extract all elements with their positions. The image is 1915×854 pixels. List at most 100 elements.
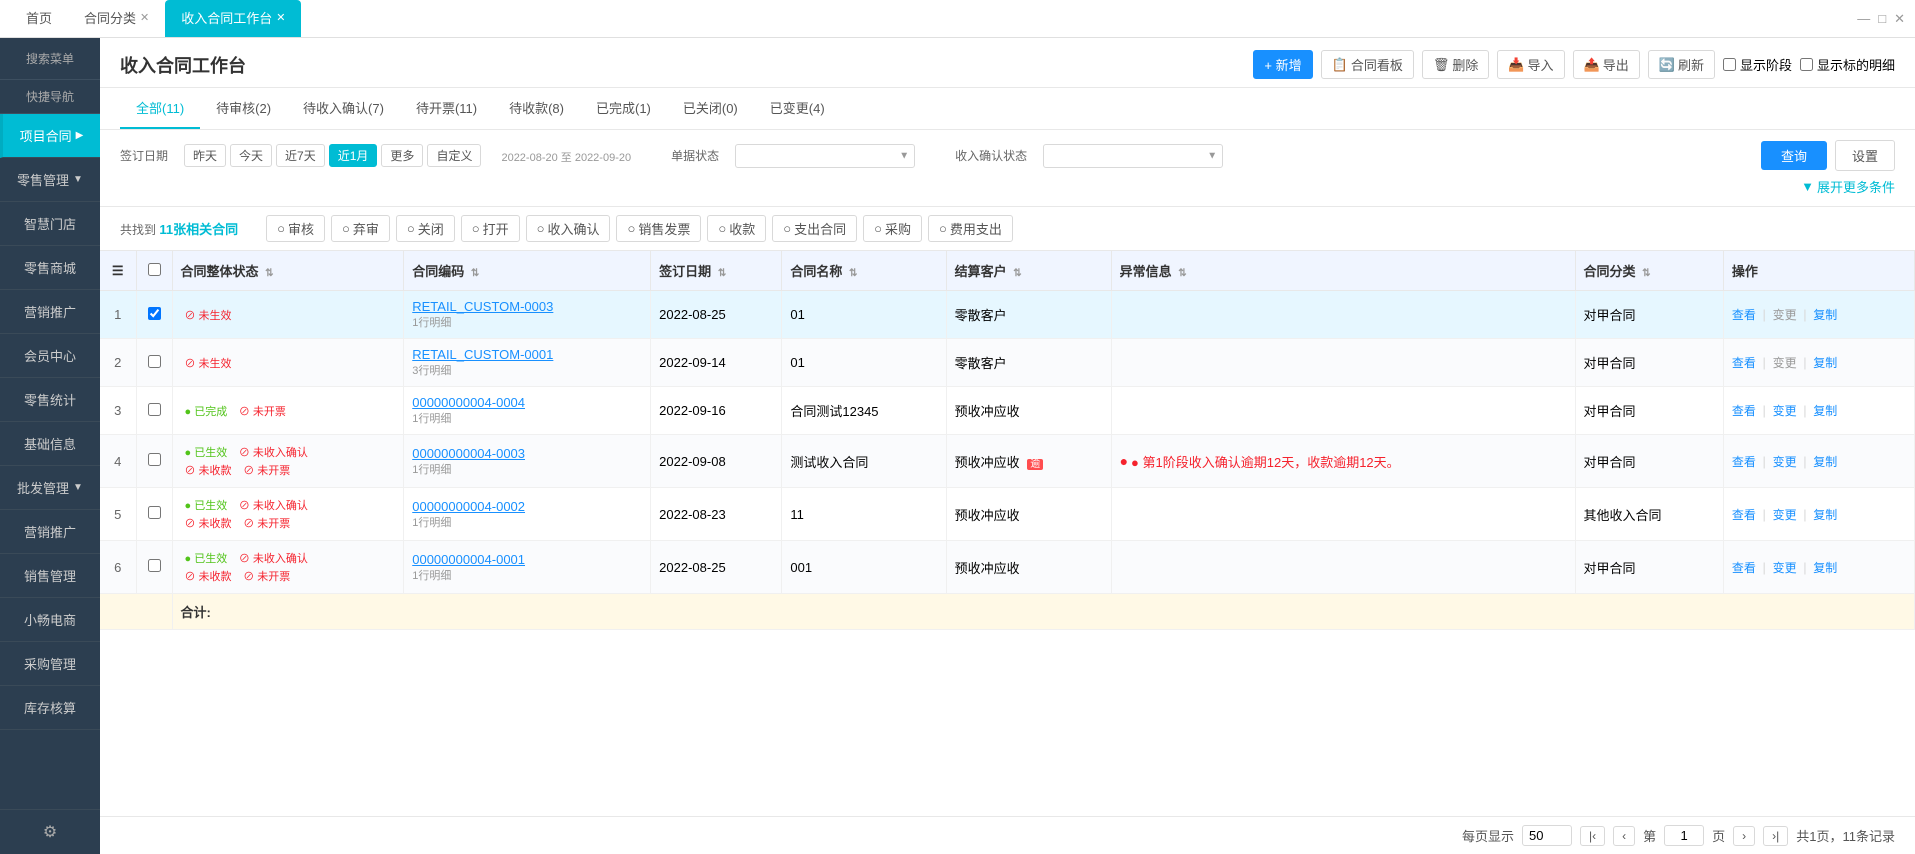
income-confirm-button[interactable]: ○ 收入确认 [526,215,611,242]
row2-view-btn[interactable]: 查看 [1732,356,1756,370]
sort-category-icon[interactable]: ⇅ [1642,268,1650,279]
collect-payment-button[interactable]: ○ 收款 [707,215,766,242]
sidebar-item-marketing2[interactable]: 营销推广 [0,510,100,554]
row5-checkbox[interactable] [148,506,161,519]
purchase-button[interactable]: ○ 采购 [863,215,922,242]
minimize-icon[interactable]: — [1857,11,1870,27]
col-config[interactable]: ☰ [100,251,136,291]
tab-pending-payment[interactable]: 待收款(8) [493,88,580,129]
sort-date-icon[interactable]: ⇅ [718,268,726,279]
row4-view-btn[interactable]: 查看 [1732,455,1756,469]
tab-completed[interactable]: 已完成(1) [580,88,667,129]
sidebar-item-marketing1[interactable]: 营销推广 [0,290,100,334]
open-button[interactable]: ○ 打开 [461,215,520,242]
row2-change-btn[interactable]: 变更 [1773,356,1797,370]
row5-code-link[interactable]: 00000000004-0002 [412,499,642,514]
abandon-audit-button[interactable]: ○ 弃审 [331,215,390,242]
row6-copy-btn[interactable]: 复制 [1813,561,1837,575]
row3-copy-btn[interactable]: 复制 [1813,404,1837,418]
sidebar-item-member-center[interactable]: 会员中心 [0,334,100,378]
row1-checkbox[interactable] [148,307,161,320]
row5-view-btn[interactable]: 查看 [1732,508,1756,522]
prev-page-button[interactable]: ‹ [1613,826,1635,846]
sidebar-item-wholesale-manage[interactable]: 批发管理 ▼ [0,466,100,510]
tab-pending-review[interactable]: 待审核(2) [200,88,287,129]
tab-pending-income-confirm[interactable]: 待收入确认(7) [287,88,400,129]
date-btn-custom[interactable]: 自定义 [427,144,481,167]
sidebar-item-retail-stats[interactable]: 零售统计 [0,378,100,422]
sidebar-item-smart-store[interactable]: 智慧门店 [0,202,100,246]
date-btn-today[interactable]: 今天 [230,144,272,167]
sidebar-item-ecommerce[interactable]: 小畅电商 [0,598,100,642]
row5-copy-btn[interactable]: 复制 [1813,508,1837,522]
tab-closed[interactable]: 已关闭(0) [667,88,754,129]
close-contract-category-icon[interactable]: ✕ [140,11,149,24]
setting-button[interactable]: 设置 [1835,140,1895,171]
expense-out-button[interactable]: ○ 费用支出 [928,215,1013,242]
outgo-contract-button[interactable]: ○ 支出合同 [772,215,857,242]
close-button[interactable]: ○ 关闭 [396,215,455,242]
show-detail-checkbox-label[interactable]: 显示标的明细 [1800,55,1895,74]
tab-income-contract[interactable]: 收入合同工作台 ✕ [165,0,301,37]
sort-status-icon[interactable]: ⇅ [265,268,273,279]
sidebar-item-retail-mall[interactable]: 零售商城 [0,246,100,290]
tab-home[interactable]: 首页 [10,0,68,37]
sidebar-search[interactable]: 搜索菜单 [0,38,100,80]
sidebar-settings[interactable]: ⚙ [0,809,100,854]
first-page-button[interactable]: |‹ [1580,826,1605,846]
row6-checkbox[interactable] [148,559,161,572]
query-button[interactable]: 查询 [1761,141,1827,170]
show-stage-checkbox-label[interactable]: 显示阶段 [1723,55,1792,74]
row6-view-btn[interactable]: 查看 [1732,561,1756,575]
show-stage-checkbox[interactable] [1723,58,1736,71]
page-size-select[interactable]: 10 20 50 100 [1522,825,1572,846]
sort-code-icon[interactable]: ⇅ [471,268,479,279]
last-page-button[interactable]: ›| [1763,826,1788,846]
new-button[interactable]: + 新增 [1253,50,1312,79]
row3-view-btn[interactable]: 查看 [1732,404,1756,418]
date-btn-more[interactable]: 更多 [381,144,423,167]
row2-copy-btn[interactable]: 复制 [1813,356,1837,370]
export-button[interactable]: 📤 导出 [1573,50,1640,79]
sort-name-icon[interactable]: ⇅ [849,268,857,279]
tab-all[interactable]: 全部(11) [120,88,200,129]
row1-copy-btn[interactable]: 复制 [1813,308,1837,322]
row5-change-btn[interactable]: 变更 [1773,508,1797,522]
close-income-contract-icon[interactable]: ✕ [276,11,285,24]
row4-code-link[interactable]: 00000000004-0003 [412,446,642,461]
maximize-icon[interactable]: □ [1878,11,1886,27]
page-number-input[interactable] [1664,825,1704,846]
refresh-button[interactable]: 🔄 刷新 [1648,50,1715,79]
tab-changed[interactable]: 已变更(4) [754,88,841,129]
tab-pending-invoice[interactable]: 待开票(11) [400,88,493,129]
show-detail-checkbox[interactable] [1800,58,1813,71]
sidebar-item-retail-manage[interactable]: 零售管理 ▼ [0,158,100,202]
expand-more-button[interactable]: ▼ 展开更多条件 [1801,177,1895,196]
next-page-button[interactable]: › [1733,826,1755,846]
contract-board-button[interactable]: 📋 合同看板 [1321,50,1414,79]
delete-button[interactable]: 🗑 删除 [1422,50,1490,79]
row3-code-link[interactable]: 00000000004-0004 [412,395,642,410]
audit-button[interactable]: ○ 审核 [266,215,325,242]
row4-change-btn[interactable]: 变更 [1773,455,1797,469]
sidebar-item-inventory[interactable]: 库存核算 [0,686,100,730]
import-button[interactable]: 📥 导入 [1497,50,1564,79]
select-all-checkbox[interactable] [148,263,161,276]
date-btn-7days[interactable]: 近7天 [276,144,325,167]
confirm-status-select[interactable] [1043,144,1223,168]
close-window-icon[interactable]: ✕ [1894,11,1905,27]
sidebar-item-project-contract[interactable]: 项目合同 ▶ [0,114,100,158]
row4-checkbox[interactable] [148,453,161,466]
row2-code-link[interactable]: RETAIL_CUSTOM-0001 [412,347,642,362]
row4-copy-btn[interactable]: 复制 [1813,455,1837,469]
row6-code-link[interactable]: 00000000004-0001 [412,552,642,567]
sidebar-item-purchase-manage[interactable]: 采购管理 [0,642,100,686]
date-btn-yesterday[interactable]: 昨天 [184,144,226,167]
sidebar-quick-nav[interactable]: 快捷导航 [0,80,100,114]
row1-code-link[interactable]: RETAIL_CUSTOM-0003 [412,299,642,314]
sidebar-item-sales-manage[interactable]: 销售管理 [0,554,100,598]
row6-change-btn[interactable]: 变更 [1773,561,1797,575]
tab-contract-category[interactable]: 合同分类 ✕ [68,0,165,37]
sort-customer-icon[interactable]: ⇅ [1013,268,1021,279]
row1-view-btn[interactable]: 查看 [1732,308,1756,322]
